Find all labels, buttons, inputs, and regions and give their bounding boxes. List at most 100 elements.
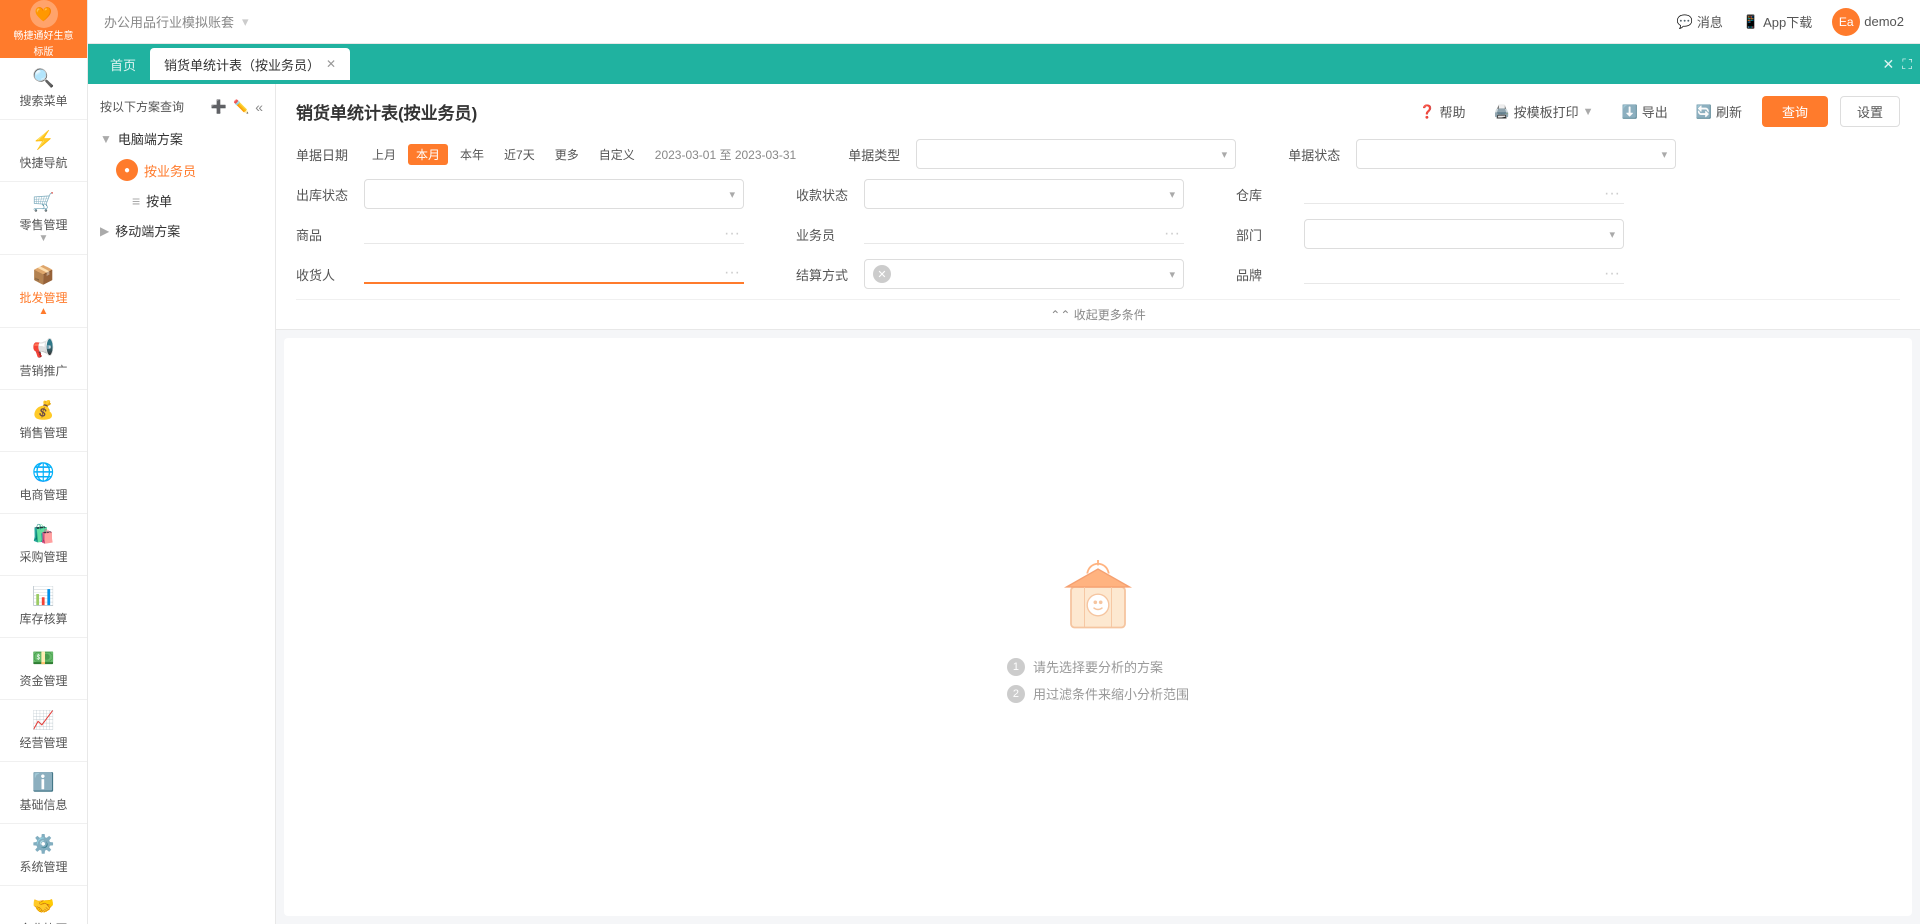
sidebar-item-inventory[interactable]: 📊 库存核算 [0, 576, 88, 638]
tree-salesperson[interactable]: ● 按业务员 [88, 154, 275, 186]
tab-close-icon[interactable]: ✕ [326, 57, 336, 71]
doc-status-select[interactable]: ▾ [1356, 139, 1676, 169]
retail-icon: 🛒 [32, 192, 54, 213]
tab-sales-stat-label: 销货单统计表（按业务员） [164, 55, 320, 74]
ecommerce-icon: 🌐 [32, 462, 54, 483]
warehouse-label: 仓库 [1236, 185, 1292, 204]
dept-label: 部门 [1236, 225, 1292, 244]
collapse-bar[interactable]: ⌃⌃ 收起更多条件 [296, 299, 1900, 329]
top-bar: 办公用品行业模拟账套 ▾ 💬 消息 📱 App下载 Ea demo2 [88, 0, 1920, 44]
dept-select[interactable]: ▾ [1304, 219, 1624, 249]
payment-method-clear-icon[interactable]: ✕ [873, 265, 891, 283]
sidebar-item-basic[interactable]: ℹ️ 基础信息 [0, 762, 88, 824]
sidebar-label-ecommerce: 电商管理 [19, 486, 67, 503]
page-header: 销货单统计表(按业务员) ❓ 帮助 🖨️ 按模板打印 ▼ ⬇️ [276, 84, 1920, 330]
edit-scheme-icon[interactable]: ✏️ [233, 99, 249, 115]
print-icon: 🖨️ [1493, 104, 1509, 120]
date-tab-this-month[interactable]: 本月 [408, 144, 448, 165]
tab-home[interactable]: 首页 [96, 48, 150, 80]
brand-label: 品牌 [1236, 265, 1292, 284]
sidebar: 🧡 畅捷通好生意 标版 🔍 搜索菜单 ⚡ 快捷导航 🛒 零售管理 ▼ 📦 批发管… [0, 0, 88, 924]
tab-minimize-icon[interactable]: ✕ [1882, 56, 1894, 73]
collapse-panel-icon[interactable]: « [255, 99, 263, 115]
sidebar-item-purchase[interactable]: 🛍️ 采购管理 [0, 514, 88, 576]
filter-row-3: 商品 ··· 业务员 ··· 部门 ▾ [296, 219, 1900, 249]
basic-icon: ℹ️ [32, 772, 54, 793]
filter-row-2: 出库状态 ▾ 收款状态 ▾ 仓库 ··· [296, 179, 1900, 209]
dept-arrow-icon: ▾ [1609, 228, 1615, 241]
wholesale-arrow-icon: ▲ [39, 306, 49, 317]
date-tab-custom[interactable]: 自定义 [591, 144, 643, 165]
tab-sales-stat[interactable]: 销货单统计表（按业务员） ✕ [150, 48, 350, 80]
app-subtitle: 标版 [34, 43, 54, 58]
sidebar-item-finance[interactable]: 💵 资金管理 [0, 638, 88, 700]
date-tab-last-month[interactable]: 上月 [364, 144, 404, 165]
quicknav-icon: ⚡ [32, 130, 54, 151]
doc-type-label: 单据类型 [848, 145, 904, 164]
sidebar-item-business[interactable]: 📈 经营管理 [0, 700, 88, 762]
sidebar-label-wholesale: 批发管理 [19, 289, 67, 306]
app-download-btn[interactable]: 📱 App下载 [1743, 12, 1812, 31]
sidebar-label-quicknav: 快捷导航 [19, 154, 67, 171]
doc-type-select[interactable]: ▾ [916, 139, 1236, 169]
date-tab-7days[interactable]: 近7天 [496, 144, 543, 165]
query-btn[interactable]: 查询 [1762, 96, 1828, 127]
tree-mobile-label: 移动端方案 [115, 221, 180, 240]
sidebar-item-enterprise[interactable]: 🤝 企业协同 [0, 886, 88, 924]
sidebar-label-retail: 零售管理 [19, 216, 67, 233]
main-area: 办公用品行业模拟账套 ▾ 💬 消息 📱 App下载 Ea demo2 首页 [88, 0, 1920, 924]
business-icon: 📈 [32, 710, 54, 731]
logo-icon: 🧡 [30, 0, 58, 28]
tree-mobile-expand-icon: ▶ [100, 224, 109, 238]
sidebar-item-wholesale[interactable]: 📦 批发管理 ▲ [0, 255, 88, 328]
sidebar-item-sales[interactable]: 💰 销售管理 [0, 390, 88, 452]
ship-status-select[interactable]: ▾ [364, 179, 744, 209]
doc-status-label: 单据状态 [1288, 145, 1344, 164]
left-panel-icons: ➕ ✏️ « [211, 99, 263, 115]
template-print-btn[interactable]: 🖨️ 按模板打印 ▼ [1485, 98, 1601, 125]
app-logo[interactable]: 🧡 畅捷通好生意 标版 [0, 0, 88, 58]
help-btn[interactable]: ❓ 帮助 [1411, 98, 1473, 125]
tab-maximize-icon[interactable]: ⛶ [1902, 56, 1912, 73]
filter-row-1: 单据日期 上月 本月 本年 近7天 更多 自定义 2023-03-01 至 20… [296, 139, 1900, 169]
date-tab-more[interactable]: 更多 [547, 144, 587, 165]
export-btn[interactable]: ⬇️ 导出 [1614, 98, 1676, 125]
sidebar-label-search: 搜索菜单 [19, 92, 67, 109]
add-scheme-icon[interactable]: ➕ [211, 99, 227, 115]
user-profile-btn[interactable]: Ea demo2 [1832, 8, 1904, 36]
sidebar-item-system[interactable]: ⚙️ 系统管理 [0, 824, 88, 886]
sidebar-item-ecommerce[interactable]: 🌐 电商管理 [0, 452, 88, 514]
appdownload-icon: 📱 [1743, 14, 1759, 30]
receiver-dots-icon[interactable]: ··· [724, 264, 740, 282]
breadcrumb-arrow: ▾ [242, 14, 249, 30]
refresh-icon: 🔄 [1696, 104, 1712, 120]
settings-btn[interactable]: 设置 [1840, 96, 1900, 127]
receiver-label: 收货人 [296, 265, 352, 284]
refresh-btn[interactable]: 🔄 刷新 [1688, 98, 1750, 125]
sidebar-item-marketing[interactable]: 📢 营销推广 [0, 328, 88, 390]
goods-label: 商品 [296, 225, 352, 244]
tree-desktop[interactable]: ▼ 电脑端方案 [88, 123, 275, 154]
message-btn[interactable]: 💬 消息 [1677, 12, 1723, 31]
wholesale-icon: 📦 [32, 265, 54, 286]
empty-tip-2: 2 用过滤条件来缩小分析范围 [1007, 684, 1189, 703]
date-tab-this-year[interactable]: 本年 [452, 144, 492, 165]
sidebar-item-retail[interactable]: 🛒 零售管理 ▼ [0, 182, 88, 255]
message-label: 消息 [1697, 12, 1723, 31]
payment-method-arrow-icon: ▾ [1169, 268, 1175, 281]
tree-order[interactable]: ≡ 按单 [88, 186, 275, 215]
left-panel-header: 按以下方案查询 ➕ ✏️ « [88, 94, 275, 123]
salesperson-dots-icon[interactable]: ··· [1164, 225, 1180, 243]
sidebar-item-quick-nav[interactable]: ⚡ 快捷导航 [0, 120, 88, 182]
tip2-num: 2 [1007, 685, 1025, 703]
warehouse-dots-icon[interactable]: ··· [1604, 185, 1620, 203]
sidebar-item-search[interactable]: 🔍 搜索菜单 [0, 58, 88, 120]
empty-tips: 1 请先选择要分析的方案 2 用过滤条件来缩小分析范围 [1007, 657, 1189, 703]
receipt-status-select[interactable]: ▾ [864, 179, 1184, 209]
payment-method-select[interactable]: ✕ ▾ [864, 259, 1184, 289]
brand-dots-icon[interactable]: ··· [1604, 265, 1620, 283]
payment-method-label: 结算方式 [796, 265, 852, 284]
goods-dots-icon[interactable]: ··· [724, 225, 740, 243]
doc-type-arrow-icon: ▾ [1222, 148, 1228, 161]
tree-mobile[interactable]: ▶ 移动端方案 [88, 215, 275, 246]
